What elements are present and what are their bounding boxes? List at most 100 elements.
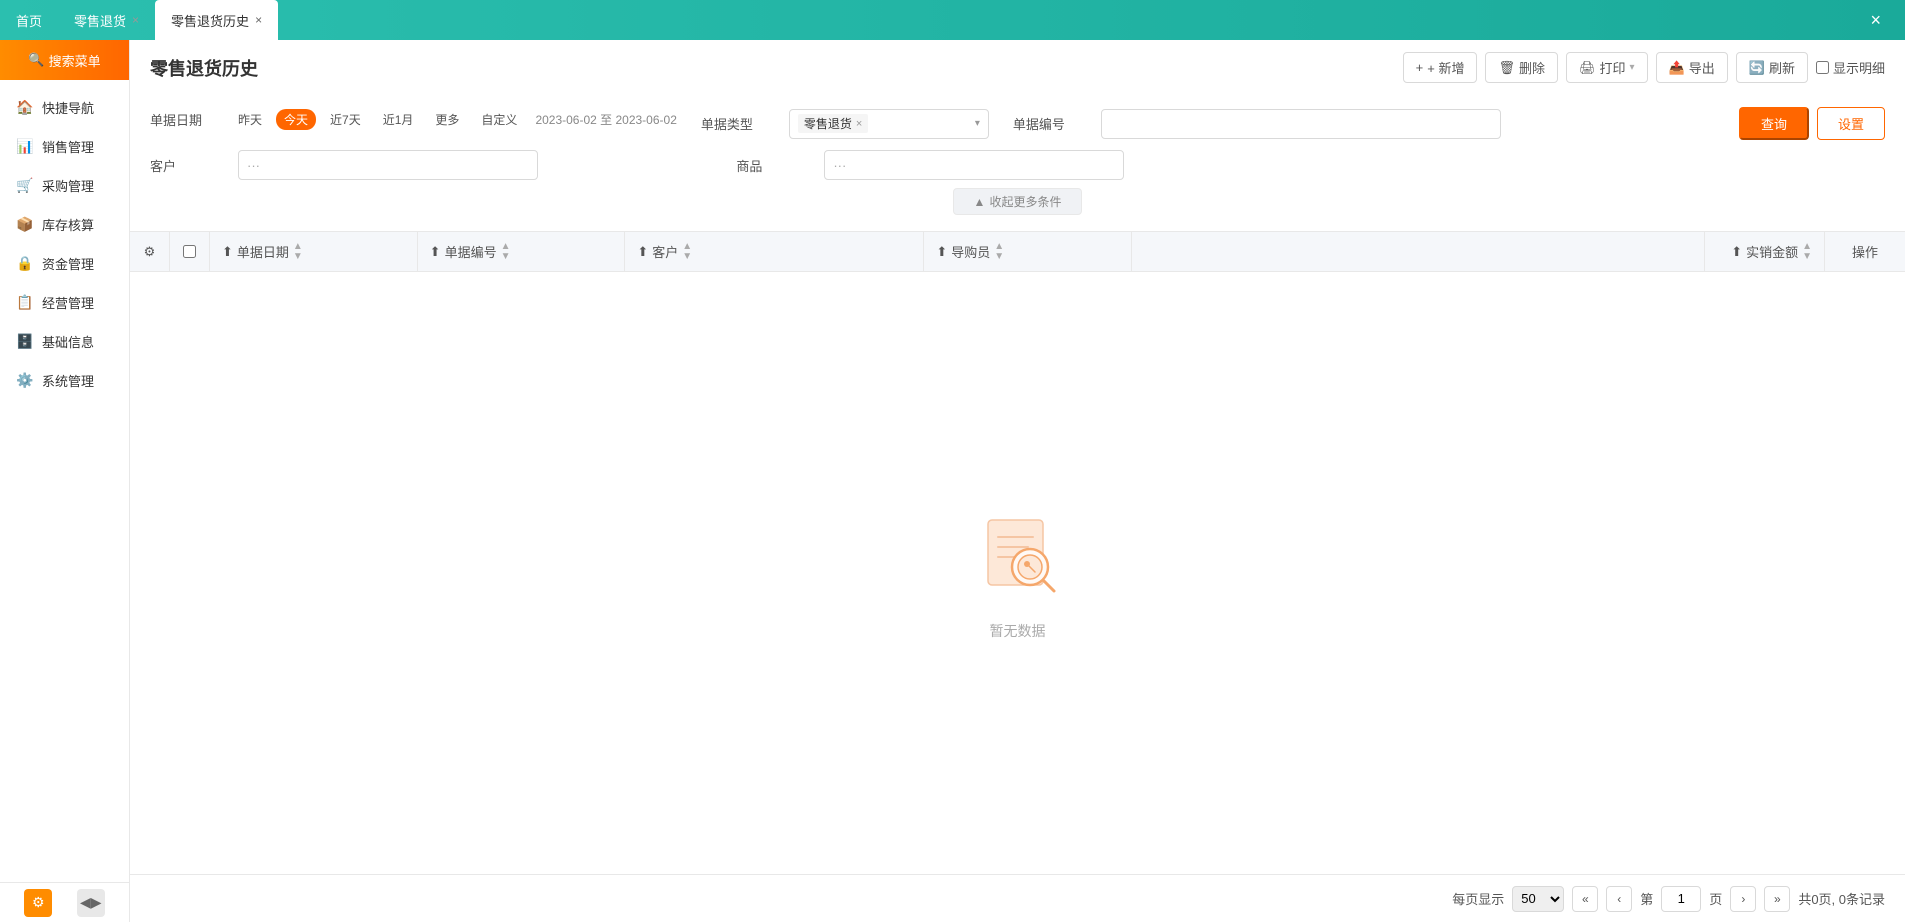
close-window-icon[interactable]: × [1862,6,1889,35]
th-guide-label: ⬆ [936,244,947,260]
sidebar: 🔍 搜索菜单 🏠 快捷导航 📊 销售管理 🛒 采购管理 📦 库存核算 🔒 [0,40,130,922]
th-amount-sort-icon: ▲▼ [1802,242,1812,262]
display-detail-input[interactable] [1816,61,1829,74]
page-number-input[interactable] [1661,886,1701,912]
sidebar-item-sales-mgmt[interactable]: 📊 销售管理 [0,127,129,166]
th-customer-text: 客户 [652,242,678,261]
refresh-label: 刷新 [1769,58,1795,77]
tab-retail-return-history-close[interactable]: × [255,13,262,27]
date-btn-1month[interactable]: 近1月 [375,109,422,130]
settings-icon: ⚙ [144,244,156,260]
empty-illustration [968,505,1068,605]
sidebar-item-inventory[interactable]: 📦 库存核算 [0,205,129,244]
sidebar-search-label: 搜索菜单 [49,51,101,70]
customer-filter-input[interactable]: ··· [238,150,538,180]
new-icon: + [1416,60,1424,75]
main-layout: 🔍 搜索菜单 🏠 快捷导航 📊 销售管理 🛒 采购管理 📦 库存核算 🔒 [0,40,1905,922]
volume-button[interactable]: ◀▶ [77,889,105,917]
th-customer[interactable]: ⬆ 客户 ▲▼ [625,232,924,271]
date-btn-more[interactable]: 更多 [427,109,467,130]
tab-retail-return-history[interactable]: 零售退货历史 × [155,0,278,40]
export-button[interactable]: 📤 导出 [1656,52,1728,83]
th-date-sort-icon: ▲▼ [293,242,303,262]
th-date[interactable]: ⬆ 单据日期 ▲▼ [210,232,418,271]
page-last-button[interactable]: » [1764,886,1790,912]
sidebar-bottom: ⚙ ◀▶ [0,882,129,922]
customer-filter-label: 客户 [150,156,230,175]
th-settings[interactable]: ⚙ [130,232,170,271]
th-amount-text: 实销金额 [1746,242,1798,261]
tab-retail-return-label: 零售退货 [74,11,126,30]
page-prev-button[interactable]: ‹ [1606,886,1632,912]
search-icon: 🔍 [28,52,44,68]
th-number[interactable]: ⬆ 单据编号 ▲▼ [418,232,626,271]
th-customer-label: ⬆ [637,244,648,260]
delete-button[interactable]: 🗑 删除 [1485,52,1558,83]
print-button[interactable]: 🖨 打印 ▾ [1566,52,1648,83]
empty-state: 暂无数据 [130,272,1905,874]
sidebar-item-sales-mgmt-label: 销售管理 [42,137,94,156]
page-next-button[interactable]: › [1730,886,1756,912]
tab-home-label: 首页 [16,11,42,30]
goods-filter-input[interactable]: ··· [824,150,1124,180]
tab-retail-return[interactable]: 零售退货 × [58,0,155,40]
new-button[interactable]: + + 新增 [1403,52,1478,83]
th-checkbox[interactable] [170,232,210,271]
number-filter-label: 单据编号 [1013,114,1093,133]
page-title: 零售退货历史 [150,55,258,81]
sidebar-item-operation[interactable]: 📋 经营管理 [0,283,129,322]
page-title-row: 零售退货历史 + + 新增 🗑 删除 🖨 打印 ▾ [150,52,1885,83]
type-tag-remove[interactable]: × [856,118,862,130]
sidebar-search[interactable]: 🔍 搜索菜单 [0,40,129,80]
select-all-checkbox[interactable] [183,245,196,258]
display-detail-label: 显示明细 [1833,58,1885,77]
goods-placeholder: ··· [833,158,846,173]
type-select[interactable]: 零售退货 × ▾ [789,109,989,139]
export-label: 导出 [1689,58,1715,77]
sidebar-item-finance[interactable]: 🔒 资金管理 [0,244,129,283]
number-filter-input[interactable] [1101,109,1501,139]
per-page-label: 每页显示 [1452,889,1504,908]
th-customer-sort-icon: ▲▼ [682,242,692,262]
date-btn-yesterday[interactable]: 昨天 [230,109,270,130]
sidebar-item-basic-info-label: 基础信息 [42,332,94,351]
total-info: 共0页, 0条记录 [1798,889,1885,908]
th-guide[interactable]: ⬆ 导购员 ▲▼ [924,232,1132,271]
collapse-button[interactable]: ▲ 收起更多条件 [953,188,1083,215]
date-buttons: 昨天 今天 近7天 近1月 更多 自定义 2023-06-02 至 2023-0… [230,109,677,130]
page-first-button[interactable]: « [1572,886,1598,912]
per-page-select[interactable]: 50 10 20 100 [1512,886,1564,912]
th-number-text: 单据编号 [445,242,497,261]
sidebar-item-quick-nav[interactable]: 🏠 快捷导航 [0,88,129,127]
header-actions: + + 新增 🗑 删除 🖨 打印 ▾ 📤 导出 [1403,52,1885,83]
gear-button[interactable]: ⚙ [24,889,52,917]
date-btn-custom[interactable]: 自定义 [473,109,525,130]
tab-retail-return-close[interactable]: × [132,13,139,27]
th-guide-text: 导购员 [951,242,990,261]
th-action: 操作 [1825,232,1905,271]
tab-home[interactable]: 首页 [0,0,58,40]
query-button[interactable]: 查询 [1739,107,1809,140]
tab-retail-return-history-label: 零售退货历史 [171,11,249,30]
th-action-text: 操作 [1852,242,1878,261]
date-range-display: 2023-06-02 至 2023-06-02 [535,111,676,128]
date-filter-label: 单据日期 [150,110,230,129]
sales-icon: 📊 [16,138,34,156]
refresh-icon: 🔄 [1749,60,1765,76]
sidebar-item-finance-label: 资金管理 [42,254,94,273]
refresh-button[interactable]: 🔄 刷新 [1736,52,1808,83]
sidebar-item-system[interactable]: ⚙️ 系统管理 [0,361,129,400]
sidebar-item-basic-info[interactable]: 🗄️ 基础信息 [0,322,129,361]
print-icon: 🖨 [1579,60,1596,76]
th-amount[interactable]: ⬆ 实销金额 ▲▼ [1705,232,1825,271]
display-detail-checkbox[interactable]: 显示明细 [1816,58,1885,77]
date-btn-today[interactable]: 今天 [276,109,316,130]
setting-button[interactable]: 设置 [1817,107,1885,140]
type-select-arrow-icon: ▾ [975,118,980,129]
page-unit: 页 [1709,889,1722,908]
export-icon: 📤 [1669,60,1685,76]
date-btn-7days[interactable]: 近7天 [322,109,369,130]
basic-info-icon: 🗄️ [16,333,34,351]
type-filter-label: 单据类型 [701,114,781,133]
sidebar-item-purchase-mgmt[interactable]: 🛒 采购管理 [0,166,129,205]
